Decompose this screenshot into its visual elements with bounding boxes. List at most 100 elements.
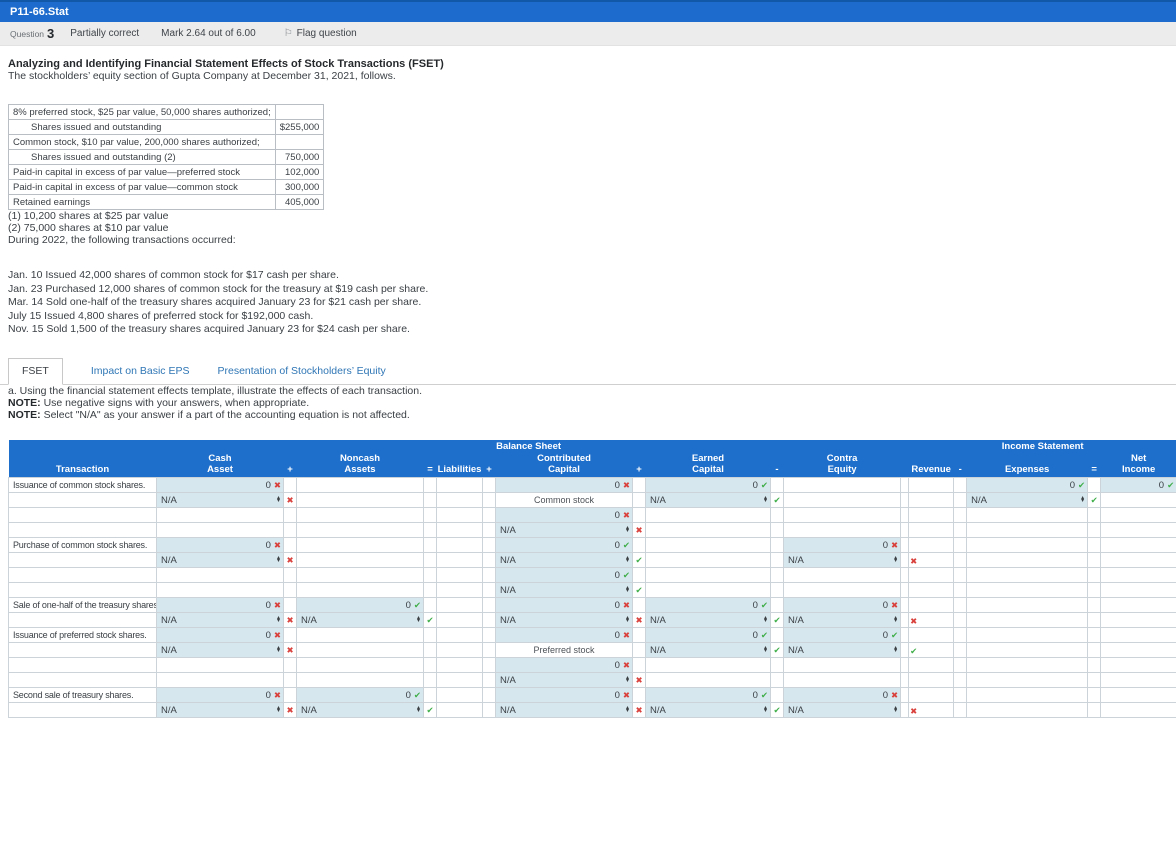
col-header-cash-asset: Cash Asset [156, 452, 284, 478]
equity-row-label: Paid-in capital in excess of par value—c… [8, 179, 276, 195]
grade-mark-cell [953, 612, 968, 628]
amount-input[interactable]: 0 [615, 510, 620, 521]
account-select[interactable]: N/A ▴ ▾ [647, 704, 770, 717]
account-select[interactable]: N/A ▴ ▾ [785, 704, 900, 717]
grade-mark-cell: ✖ [283, 612, 297, 628]
account-select[interactable]: N/A ▴ ▾ [497, 614, 632, 627]
amount-input[interactable]: 0 [615, 540, 620, 551]
amount-input[interactable]: 0 [266, 480, 271, 491]
amount-input[interactable]: 0 [753, 690, 758, 701]
account-select[interactable]: N/A ▴ ▾ [785, 554, 900, 567]
flag-question-button[interactable]: ⚐ Flag question [284, 28, 357, 39]
amount-input[interactable]: 0 [883, 600, 888, 611]
correct-mark-icon: ✔ [413, 599, 421, 610]
account-select[interactable]: N/A ▴ ▾ [647, 614, 770, 627]
amount-input[interactable]: 0 [615, 480, 620, 491]
amount-input[interactable]: 0 [615, 690, 620, 701]
account-select-value: N/A [650, 644, 666, 656]
amount-input[interactable]: 0 [883, 630, 888, 641]
fset-transaction-label [8, 672, 157, 688]
account-select[interactable]: N/A ▴ ▾ [647, 494, 770, 507]
section-divider [900, 537, 910, 553]
grade-mark-cell [482, 702, 496, 718]
grade-mark-cell [423, 492, 437, 508]
equity-row-label: Shares issued and outstanding (2) [8, 149, 276, 165]
grade-mark-cell [283, 672, 297, 688]
account-select-value: N/A [161, 644, 177, 656]
account-select[interactable]: N/A ▴ ▾ [785, 644, 900, 657]
amount-input[interactable]: 0 [883, 540, 888, 551]
correct-mark-icon: ✔ [413, 689, 421, 700]
amount-input[interactable]: 0 [753, 630, 758, 641]
transaction-line: Mar. 14 Sold one-half of the treasury sh… [8, 296, 422, 308]
amount-input[interactable]: 0 [753, 600, 758, 611]
flag-question-label: Flag question [296, 28, 357, 39]
flag-icon: ⚐ [283, 28, 293, 39]
select-spinner-icon: ▴ ▾ [894, 614, 898, 625]
equity-row: Retained earnings 405,000 [8, 194, 325, 210]
account-select[interactable]: N/A ▴ ▾ [497, 554, 632, 567]
amount-input[interactable]: 0 [753, 480, 758, 491]
account-select[interactable]: N/A ▴ ▾ [647, 644, 770, 657]
account-select[interactable]: N/A ▴ ▾ [968, 494, 1087, 507]
account-select[interactable]: N/A ▴ ▾ [158, 554, 283, 567]
amount-input[interactable]: 0 [883, 690, 888, 701]
account-select[interactable]: N/A ▴ ▾ [497, 584, 632, 597]
grade-mark-cell [1087, 582, 1102, 598]
grade-mark-cell [1087, 672, 1102, 688]
incorrect-mark-icon: ✖ [891, 539, 899, 550]
account-select[interactable]: N/A ▴ ▾ [497, 524, 632, 537]
account-select[interactable]: N/A ▴ ▾ [158, 644, 283, 657]
fset-row: 0 ✔ [8, 567, 1176, 583]
incorrect-mark-icon: ✖ [622, 599, 630, 610]
amount-input[interactable]: 0 [266, 630, 271, 641]
grade-mark-cell [953, 507, 968, 523]
amount-input[interactable]: 0 [1159, 480, 1164, 491]
grade-mark-cell [632, 567, 646, 583]
col-header-expenses: Expenses [966, 452, 1088, 478]
amount-input[interactable]: 0 [1070, 480, 1075, 491]
incorrect-mark-icon: ✖ [622, 509, 630, 520]
grade-mark-cell [953, 642, 968, 658]
account-select[interactable]: N/A ▴ ▾ [298, 614, 423, 627]
fset-transaction-label [8, 582, 157, 598]
account-select[interactable]: N/A ▴ ▾ [497, 674, 632, 687]
fset-row: Purchase of common stock shares. 0 ✖ 0 ✔ 0 ✖ [8, 537, 1176, 553]
amount-input[interactable]: 0 [615, 570, 620, 581]
select-spinner-icon: ▴ ▾ [276, 554, 280, 565]
header-divider [900, 439, 909, 453]
amount-input[interactable]: 0 [615, 660, 620, 671]
section-divider [900, 567, 910, 583]
grade-mark-cell [423, 687, 437, 703]
grade-mark-cell [283, 597, 297, 613]
amount-input[interactable]: 0 [266, 690, 271, 701]
amount-input[interactable]: 0 [406, 600, 411, 611]
amount-input[interactable]: 0 [615, 630, 620, 641]
fset-transaction-label [8, 552, 157, 568]
incorrect-mark-icon: ✖ [635, 614, 643, 625]
account-select[interactable]: N/A ▴ ▾ [298, 704, 423, 717]
col-header-contra-equity: Contra Equity [783, 452, 901, 478]
amount-input[interactable]: 0 [266, 540, 271, 551]
incorrect-mark-icon: ✖ [910, 706, 918, 717]
account-select[interactable]: N/A ▴ ▾ [497, 704, 632, 717]
grade-mark-cell: ✔ [632, 552, 646, 568]
grade-mark-cell [283, 522, 297, 538]
amount-input[interactable]: 0 [266, 600, 271, 611]
tab-impact-on-basic-eps[interactable]: Impact on Basic EPS [91, 358, 190, 384]
correct-mark-icon: ✔ [1167, 479, 1175, 490]
grade-mark-cell [953, 537, 968, 553]
select-spinner-icon: ▴ ▾ [894, 644, 898, 655]
fset-transaction-label [8, 657, 157, 673]
account-select[interactable]: N/A ▴ ▾ [158, 704, 283, 717]
tab-presentation-of-stockholders-equity[interactable]: Presentation of Stockholders’ Equity [217, 358, 385, 384]
amount-input[interactable]: 0 [406, 690, 411, 701]
section-divider [900, 702, 910, 718]
account-select[interactable]: N/A ▴ ▾ [158, 494, 283, 507]
account-select[interactable]: N/A ▴ ▾ [158, 614, 283, 627]
tab-fset[interactable]: FSET [8, 357, 63, 385]
grade-mark-cell [482, 672, 496, 688]
account-select[interactable]: N/A ▴ ▾ [785, 614, 900, 627]
question-mark: Mark 2.64 out of 6.00 [161, 28, 256, 39]
amount-input[interactable]: 0 [615, 600, 620, 611]
